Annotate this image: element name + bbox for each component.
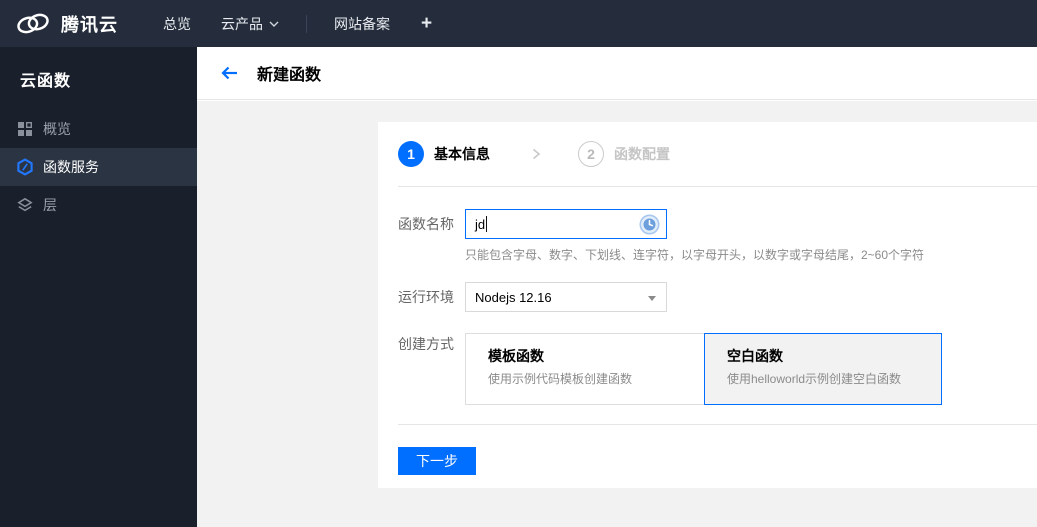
step-1-label: 基本信息 bbox=[434, 146, 490, 162]
runtime-select[interactable]: Nodejs 12.16 bbox=[465, 282, 667, 312]
creation-method-label: 创建方式 bbox=[398, 336, 454, 352]
top-navigation: 总览 云产品 网站备案 + bbox=[148, 0, 448, 47]
step-2-circle: 2 bbox=[578, 141, 604, 167]
clock-icon[interactable] bbox=[639, 214, 660, 240]
function-name-input[interactable]: jd bbox=[465, 209, 667, 239]
nav-divider bbox=[306, 14, 307, 33]
runtime-selected-value: Nodejs 12.16 bbox=[475, 289, 552, 305]
scf-hexagon-icon bbox=[16, 158, 34, 176]
function-name-hint: 只能包含字母、数字、下划线、连字符，以字母开头，以数字或字母结尾，2~60个字符 bbox=[465, 248, 925, 262]
sidebar: 云函数 概览 函数服务 层 bbox=[0, 47, 197, 527]
page-title: 新建函数 bbox=[257, 67, 322, 84]
back-arrow-icon[interactable] bbox=[219, 65, 239, 81]
nav-overview-label: 总览 bbox=[163, 15, 191, 32]
runtime-row: 运行环境 Nodejs 12.16 bbox=[398, 282, 1037, 312]
step-2-label: 函数配置 bbox=[614, 146, 670, 162]
sidebar-menu: 概览 函数服务 层 bbox=[0, 110, 197, 224]
method-blank-title: 空白函数 bbox=[727, 348, 783, 364]
creation-method-row: 创建方式 模板函数 使用示例代码模板创建函数 空白函数 使用helloworld… bbox=[398, 333, 1037, 405]
text-caret bbox=[486, 216, 488, 232]
method-card-blank-function[interactable]: 空白函数 使用helloworld示例创建空白函数 bbox=[704, 333, 942, 405]
cloud-logo-icon bbox=[14, 11, 52, 36]
method-template-title: 模板函数 bbox=[488, 348, 544, 364]
create-function-card: 1 基本信息 2 函数配置 函数名称 jd 只能包含字母、数字、下划线、连字符，… bbox=[378, 122, 1037, 488]
basic-info-form: 函数名称 jd 只能包含字母、数字、下划线、连字符，以字母开头，以数字或字母结尾… bbox=[378, 187, 1037, 405]
nav-cloud-products-label: 云产品 bbox=[221, 15, 263, 32]
method-card-template-function[interactable]: 模板函数 使用示例代码模板创建函数 bbox=[465, 333, 705, 405]
function-name-row: 函数名称 jd bbox=[398, 209, 1037, 239]
next-step-button[interactable]: 下一步 bbox=[398, 447, 476, 475]
sidebar-item-overview[interactable]: 概览 bbox=[0, 110, 197, 148]
function-name-label: 函数名称 bbox=[398, 216, 454, 232]
layers-icon bbox=[16, 196, 34, 214]
step-indicator: 1 基本信息 2 函数配置 bbox=[378, 122, 1037, 186]
sidebar-item-overview-label: 概览 bbox=[43, 121, 71, 137]
nav-icp-filing[interactable]: 网站备案 bbox=[319, 0, 405, 47]
card-footer: 下一步 bbox=[378, 425, 1037, 475]
nav-overview[interactable]: 总览 bbox=[148, 0, 206, 47]
nav-add-button[interactable]: + bbox=[405, 13, 448, 35]
page-header: 新建函数 bbox=[197, 47, 1037, 100]
method-blank-desc: 使用helloworld示例创建空白函数 bbox=[727, 372, 902, 386]
method-template-desc: 使用示例代码模板创建函数 bbox=[488, 372, 633, 386]
sidebar-item-layers-label: 层 bbox=[43, 197, 57, 213]
nav-cloud-products[interactable]: 云产品 bbox=[206, 0, 294, 47]
chevron-down-icon bbox=[269, 21, 279, 27]
creation-method-options: 模板函数 使用示例代码模板创建函数 空白函数 使用helloworld示例创建空… bbox=[465, 333, 942, 405]
tencent-cloud-logo[interactable]: 腾讯云 bbox=[0, 11, 118, 37]
step-1-circle: 1 bbox=[398, 141, 424, 167]
runtime-label: 运行环境 bbox=[398, 289, 454, 305]
brand-name: 腾讯云 bbox=[61, 14, 118, 35]
nav-icp-filing-label: 网站备案 bbox=[334, 15, 390, 32]
grid-icon bbox=[16, 120, 34, 138]
sidebar-item-layers[interactable]: 层 bbox=[0, 186, 197, 224]
select-caret-icon bbox=[648, 296, 656, 301]
content-area: 1 基本信息 2 函数配置 函数名称 jd 只能包含字母、数字、下划线、连字符，… bbox=[197, 101, 1037, 527]
step-chevron-icon bbox=[530, 147, 542, 161]
topbar: 腾讯云 总览 云产品 网站备案 + bbox=[0, 0, 1037, 47]
sidebar-item-function-service-label: 函数服务 bbox=[43, 159, 99, 175]
sidebar-item-function-service[interactable]: 函数服务 bbox=[0, 148, 197, 186]
sidebar-product-title: 云函数 bbox=[20, 73, 72, 90]
function-name-value: jd bbox=[475, 216, 486, 232]
